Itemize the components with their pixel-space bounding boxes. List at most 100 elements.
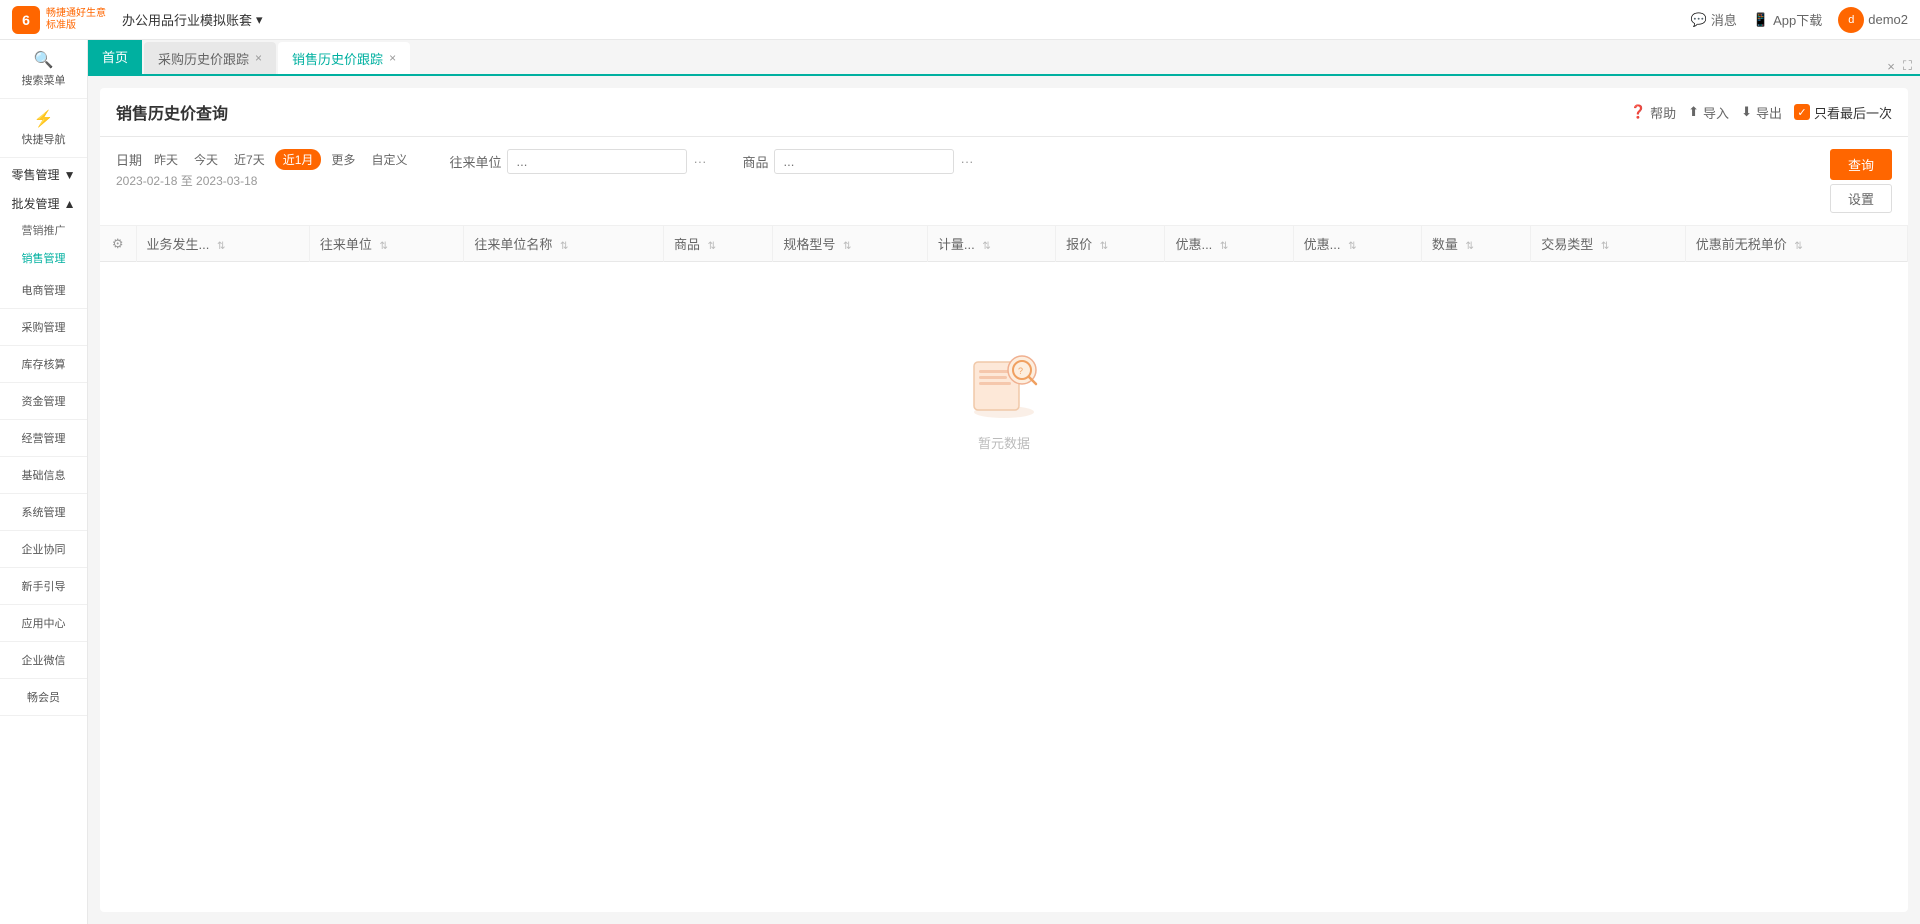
window-close-icon[interactable]: × bbox=[1887, 59, 1895, 74]
sidebar-item-inventory[interactable]: 库存核算 bbox=[0, 346, 87, 383]
date-btn-custom[interactable]: 自定义 bbox=[365, 149, 413, 170]
message-button[interactable]: 💬 消息 bbox=[1691, 10, 1737, 29]
app-selector[interactable]: 办公用品行业模拟账套 ▾ bbox=[114, 10, 271, 29]
date-filter-label: 日期 bbox=[116, 150, 142, 169]
sort-arrows-icon: ⇅ bbox=[1220, 241, 1228, 252]
filter-date-block: 日期 昨天 今天 近7天 近1月 更多 自定义 2023-02-18 至 202… bbox=[116, 149, 413, 189]
checkbox-checked-icon: ✓ bbox=[1794, 104, 1810, 120]
tab-sales[interactable]: 销售历史价跟踪 × bbox=[278, 42, 410, 74]
fullscreen-icon[interactable]: ⛶ bbox=[1903, 58, 1912, 74]
date-btn-last1m[interactable]: 近1月 bbox=[275, 149, 322, 170]
table-col-trade-type[interactable]: 交易类型 ⇅ bbox=[1531, 226, 1686, 262]
date-filter-group: 日期 昨天 今天 近7天 近1月 更多 自定义 bbox=[116, 149, 413, 170]
partner-input[interactable] bbox=[507, 149, 687, 174]
empty-state: ? 暂元数据 bbox=[100, 262, 1908, 532]
chevron-down-icon: ▼ bbox=[64, 168, 76, 182]
sidebar-item-enterprise[interactable]: 企业协同 bbox=[0, 531, 87, 568]
sidebar: 🔍 搜索菜单 ⚡ 快捷导航 零售管理 ▼ 批发管理 ▲ 营销推广 销售管理 电商… bbox=[0, 40, 88, 924]
app-selector-text: 办公用品行业模拟账套 bbox=[122, 10, 252, 29]
sales-tab-label: 销售历史价跟踪 bbox=[292, 49, 383, 68]
settings-button[interactable]: 设置 bbox=[1830, 184, 1892, 213]
sidebar-item-basic[interactable]: 基础信息 bbox=[0, 457, 87, 494]
wholesale-label: 批发管理 bbox=[12, 195, 60, 212]
import-icon: ⬆ bbox=[1688, 104, 1699, 120]
sidebar-item-purchase[interactable]: 采购管理 bbox=[0, 309, 87, 346]
sort-arrows-icon: ⇅ bbox=[708, 241, 716, 252]
only-last-checkbox[interactable]: ✓ 只看最后一次 bbox=[1794, 103, 1892, 122]
table-col-discount1[interactable]: 优惠... ⇅ bbox=[1165, 226, 1293, 262]
table-settings-col[interactable]: ⚙ bbox=[100, 226, 136, 262]
retail-label: 零售管理 bbox=[12, 166, 60, 183]
sort-arrows-icon: ⇅ bbox=[1348, 241, 1356, 252]
sidebar-item-operations[interactable]: 经营管理 bbox=[0, 420, 87, 457]
sidebar-item-shortcut[interactable]: ⚡ 快捷导航 bbox=[0, 99, 87, 158]
tab-bar: 首页 采购历史价跟踪 × 销售历史价跟踪 × × ⛶ bbox=[88, 40, 1920, 76]
sidebar-item-wechat[interactable]: 企业微信 bbox=[0, 642, 87, 679]
goods-filter-label: 商品 bbox=[742, 152, 768, 171]
main-content: 销售历史价查询 ❓ 帮助 ⬆ 导入 ⬇ 导出 ✓ 只看最后一次 bbox=[88, 76, 1920, 924]
partner-ellipsis-icon[interactable]: ··· bbox=[693, 154, 706, 169]
table-col-quote[interactable]: 报价 ⇅ bbox=[1056, 226, 1165, 262]
date-btn-yesterday[interactable]: 昨天 bbox=[148, 149, 184, 170]
sidebar-item-wholesale[interactable]: 批发管理 ▲ bbox=[0, 187, 87, 216]
chevron-down-icon: ▾ bbox=[256, 12, 263, 28]
date-btn-more[interactable]: 更多 bbox=[325, 149, 361, 170]
table-col-goods[interactable]: 商品 ⇅ bbox=[663, 226, 772, 262]
tab-purchase[interactable]: 采购历史价跟踪 × bbox=[144, 42, 276, 74]
query-button[interactable]: 查询 bbox=[1830, 149, 1892, 180]
sidebar-item-sales-mgmt[interactable]: 销售管理 bbox=[0, 244, 87, 272]
phone-icon: 📱 bbox=[1753, 12, 1769, 28]
export-button[interactable]: ⬇ 导出 bbox=[1741, 103, 1782, 122]
only-last-label: 只看最后一次 bbox=[1814, 103, 1892, 122]
sidebar-item-retail[interactable]: 零售管理 ▼ bbox=[0, 158, 87, 187]
sidebar-item-search[interactable]: 🔍 搜索菜单 bbox=[0, 40, 87, 99]
page-header: 销售历史价查询 ❓ 帮助 ⬆ 导入 ⬇ 导出 ✓ 只看最后一次 bbox=[100, 88, 1908, 137]
sidebar-item-appcenter[interactable]: 应用中心 bbox=[0, 605, 87, 642]
lightning-icon: ⚡ bbox=[34, 109, 54, 129]
table-col-partner-code[interactable]: 往来单位 ⇅ bbox=[309, 226, 464, 262]
sort-arrows-icon: ⇅ bbox=[217, 241, 225, 252]
page-header-actions: ❓ 帮助 ⬆ 导入 ⬇ 导出 ✓ 只看最后一次 bbox=[1630, 103, 1892, 122]
sidebar-item-finance[interactable]: 资金管理 bbox=[0, 383, 87, 420]
sidebar-item-vip[interactable]: 畅会员 bbox=[0, 679, 87, 716]
export-icon: ⬇ bbox=[1741, 104, 1752, 120]
table-col-no-tax-price[interactable]: 优惠前无税单价 ⇅ bbox=[1685, 226, 1907, 262]
tab-home[interactable]: 首页 bbox=[88, 38, 142, 74]
sales-tab-close[interactable]: × bbox=[389, 51, 396, 65]
import-button[interactable]: ⬆ 导入 bbox=[1688, 103, 1729, 122]
date-btn-today[interactable]: 今天 bbox=[188, 149, 224, 170]
svg-text:?: ? bbox=[1018, 366, 1023, 376]
logo-icon: 6 bbox=[12, 6, 40, 34]
partner-filter-label: 往来单位 bbox=[449, 152, 501, 171]
partner-filter-group: 往来单位 ··· bbox=[449, 149, 706, 174]
user-menu[interactable]: d demo2 bbox=[1838, 7, 1908, 33]
app-download-button[interactable]: 📱 App下载 bbox=[1753, 10, 1822, 29]
search-icon: 🔍 bbox=[34, 50, 54, 70]
table-col-spec[interactable]: 规格型号 ⇅ bbox=[773, 226, 928, 262]
table-col-unit[interactable]: 计量... ⇅ bbox=[927, 226, 1055, 262]
purchase-tab-label: 采购历史价跟踪 bbox=[158, 49, 249, 68]
sort-arrows-icon: ⇅ bbox=[1794, 241, 1802, 252]
top-bar: 6 畅捷通好生意 标准版 办公用品行业模拟账套 ▾ 💬 消息 📱 App下载 d… bbox=[0, 0, 1920, 40]
sort-arrows-icon: ⇅ bbox=[1465, 241, 1473, 252]
date-btn-last7[interactable]: 近7天 bbox=[228, 149, 271, 170]
sidebar-item-newbie[interactable]: 新手引导 bbox=[0, 568, 87, 605]
help-button[interactable]: ❓ 帮助 bbox=[1630, 103, 1676, 122]
filter-right-actions: 查询 设置 bbox=[1830, 149, 1892, 213]
sidebar-item-marketing[interactable]: 营销推广 bbox=[0, 216, 87, 244]
table-col-discount2[interactable]: 优惠... ⇅ bbox=[1293, 226, 1421, 262]
top-bar-left: 6 畅捷通好生意 标准版 办公用品行业模拟账套 ▾ bbox=[12, 6, 271, 34]
page-title: 销售历史价查询 bbox=[116, 100, 228, 124]
sort-arrows-icon: ⇅ bbox=[843, 241, 851, 252]
table-col-partner-name[interactable]: 往来单位名称 ⇅ bbox=[464, 226, 664, 262]
table-col-quantity[interactable]: 数量 ⇅ bbox=[1421, 226, 1530, 262]
purchase-tab-close[interactable]: × bbox=[255, 51, 262, 65]
empty-text: 暂元数据 bbox=[978, 433, 1030, 452]
sidebar-item-system[interactable]: 系统管理 bbox=[0, 494, 87, 531]
goods-ellipsis-icon[interactable]: ··· bbox=[960, 154, 973, 169]
home-tab-label: 首页 bbox=[102, 47, 128, 66]
sidebar-item-ecommerce[interactable]: 电商管理 bbox=[0, 272, 87, 309]
table-col-biz-date[interactable]: 业务发生... ⇅ bbox=[136, 226, 309, 262]
goods-input[interactable] bbox=[774, 149, 954, 174]
settings-col-icon: ⚙ bbox=[112, 236, 124, 251]
